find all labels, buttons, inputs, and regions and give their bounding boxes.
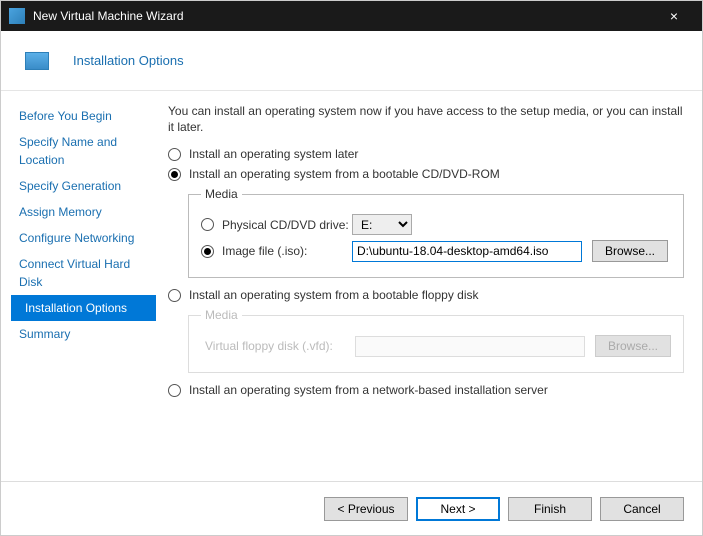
- close-icon[interactable]: ×: [654, 8, 694, 24]
- media-group-floppy: Media Virtual floppy disk (.vfd): Browse…: [188, 308, 684, 373]
- option-label: Install an operating system from a boota…: [189, 167, 500, 181]
- window-title: New Virtual Machine Wizard: [33, 9, 654, 23]
- cancel-button[interactable]: Cancel: [600, 497, 684, 521]
- radio-icon[interactable]: [168, 168, 181, 181]
- option-image-file[interactable]: Image file (.iso): Browse...: [201, 240, 671, 262]
- option-physical-drive[interactable]: Physical CD/DVD drive: E:: [201, 214, 671, 235]
- radio-icon[interactable]: [168, 384, 181, 397]
- wizard-icon: [9, 8, 25, 24]
- page-icon: [25, 52, 49, 70]
- physical-drive-label: Physical CD/DVD drive:: [222, 218, 352, 232]
- media-legend: Media: [201, 187, 242, 201]
- image-file-input[interactable]: [352, 241, 582, 262]
- vfd-label: Virtual floppy disk (.vfd):: [205, 339, 355, 353]
- option-label: Install an operating system from a netwo…: [189, 383, 548, 397]
- titlebar: New Virtual Machine Wizard ×: [1, 1, 702, 31]
- option-install-network[interactable]: Install an operating system from a netwo…: [168, 383, 684, 397]
- vfd-input: [355, 336, 585, 357]
- step-summary[interactable]: Summary: [11, 321, 156, 347]
- media-legend: Media: [201, 308, 242, 322]
- wizard-steps-sidebar: Before You Begin Specify Name and Locati…: [1, 91, 156, 481]
- radio-icon[interactable]: [168, 289, 181, 302]
- option-install-floppy[interactable]: Install an operating system from a boota…: [168, 288, 684, 302]
- header: Installation Options: [1, 31, 702, 91]
- content-pane: You can install an operating system now …: [156, 91, 702, 481]
- option-label: Install an operating system later: [189, 147, 358, 161]
- radio-icon[interactable]: [201, 245, 214, 258]
- previous-button[interactable]: < Previous: [324, 497, 408, 521]
- step-assign-memory[interactable]: Assign Memory: [11, 199, 156, 225]
- step-specify-generation[interactable]: Specify Generation: [11, 173, 156, 199]
- intro-text: You can install an operating system now …: [168, 103, 684, 135]
- wizard-footer: < Previous Next > Finish Cancel: [1, 481, 702, 535]
- step-installation-options[interactable]: Installation Options: [11, 295, 156, 321]
- physical-drive-select[interactable]: E:: [352, 214, 412, 235]
- image-file-label: Image file (.iso):: [222, 244, 352, 258]
- step-specify-name[interactable]: Specify Name and Location: [11, 129, 156, 173]
- step-connect-vhd[interactable]: Connect Virtual Hard Disk: [11, 251, 156, 295]
- option-label: Install an operating system from a boota…: [189, 288, 479, 302]
- step-before-you-begin[interactable]: Before You Begin: [11, 103, 156, 129]
- radio-icon[interactable]: [201, 218, 214, 231]
- next-button[interactable]: Next >: [416, 497, 500, 521]
- media-group-cd: Media Physical CD/DVD drive: E: Image fi…: [188, 187, 684, 278]
- option-install-later[interactable]: Install an operating system later: [168, 147, 684, 161]
- step-configure-networking[interactable]: Configure Networking: [11, 225, 156, 251]
- page-title: Installation Options: [73, 53, 184, 68]
- option-install-cd[interactable]: Install an operating system from a boota…: [168, 167, 684, 181]
- browse-vfd-button: Browse...: [595, 335, 671, 357]
- finish-button[interactable]: Finish: [508, 497, 592, 521]
- radio-icon[interactable]: [168, 148, 181, 161]
- browse-iso-button[interactable]: Browse...: [592, 240, 668, 262]
